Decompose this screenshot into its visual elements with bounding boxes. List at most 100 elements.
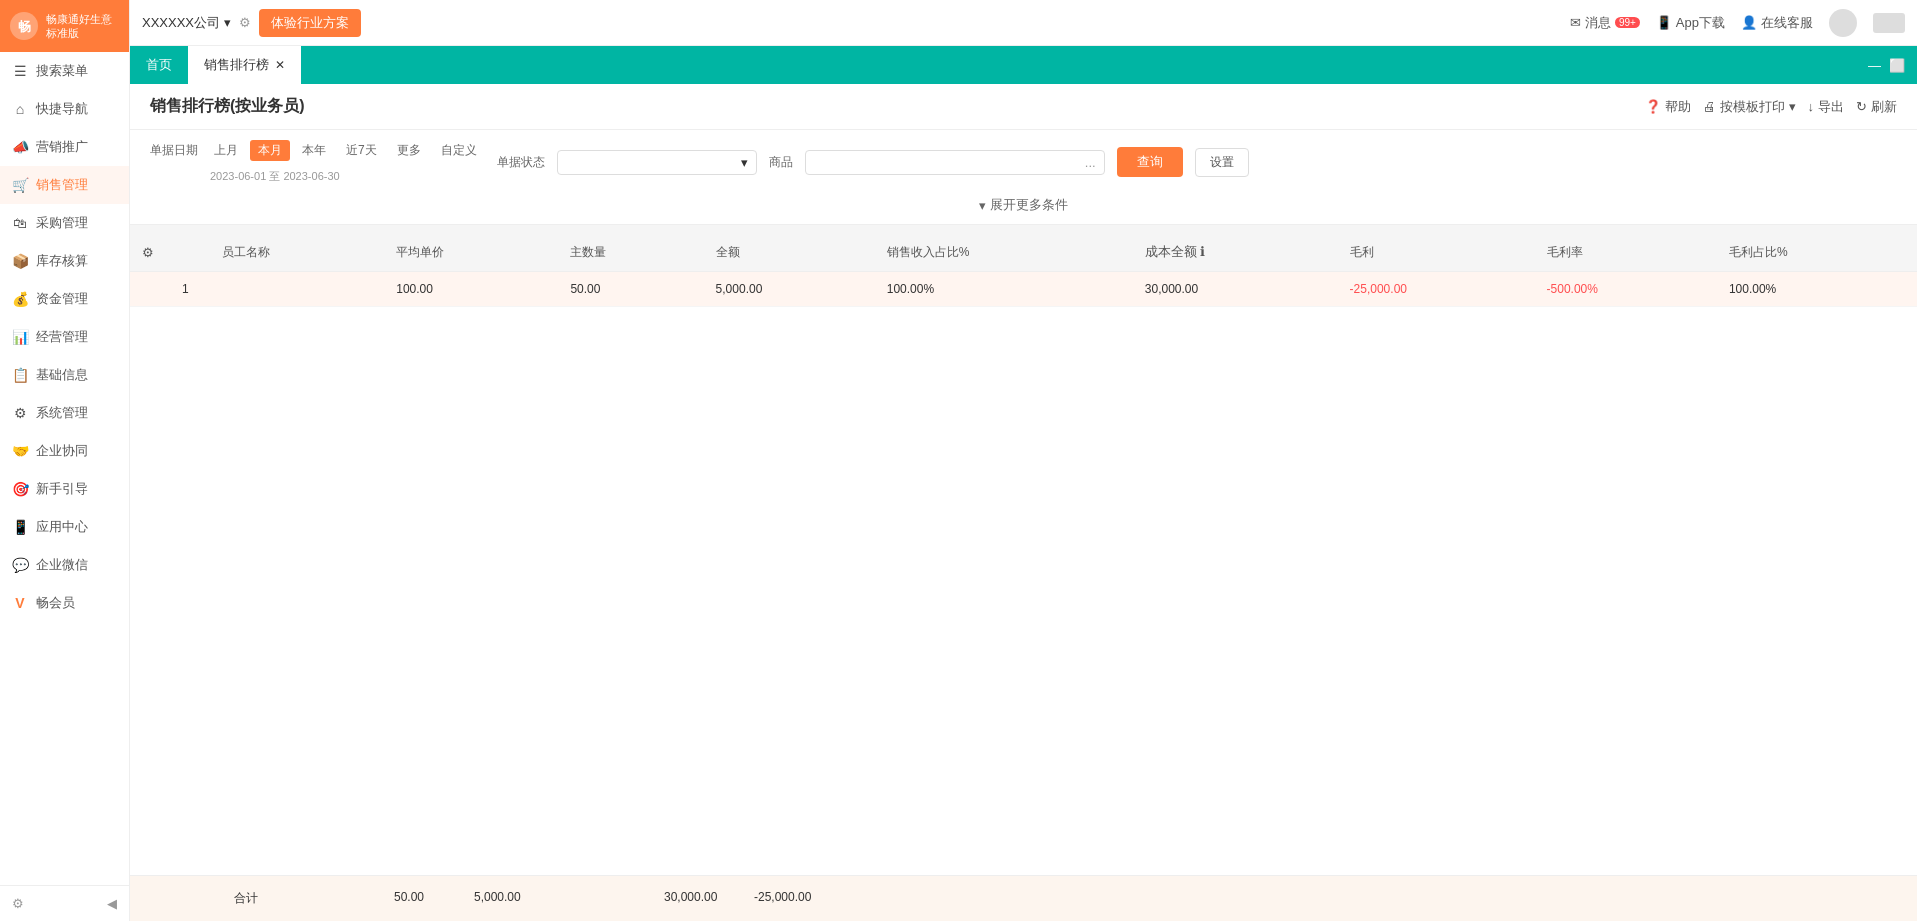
- settings-button[interactable]: 设置: [1195, 148, 1249, 177]
- status-filter-label: 单据状态: [497, 154, 545, 171]
- sidebar-settings-icon[interactable]: ⚙: [12, 896, 24, 911]
- sidebar-item-system[interactable]: ⚙ 系统管理: [0, 394, 129, 432]
- sidebar-item-sales[interactable]: 🛒 销售管理: [0, 166, 129, 204]
- sidebar-item-label: 企业微信: [36, 556, 88, 574]
- sidebar-item-label: 企业协同: [36, 442, 88, 460]
- help-btn[interactable]: ❓ 帮助: [1645, 98, 1691, 116]
- company-selector[interactable]: XXXXXX公司 ▾: [142, 14, 231, 32]
- page-actions: ❓ 帮助 🖨 按模板打印 ▾ ↓ 导出 ↻ 刷新: [1645, 98, 1898, 116]
- date-range-display: 2023-06-01 至 2023-06-30: [150, 169, 340, 184]
- sidebar-item-app-center[interactable]: 📱 应用中心: [0, 508, 129, 546]
- guide-icon: 🎯: [12, 481, 28, 497]
- table-row: 1 100.00 50.00 5,000.00 100.00% 30,000.0…: [130, 272, 1917, 307]
- status-select[interactable]: ▾: [557, 150, 757, 175]
- tab-sales-rank[interactable]: 销售排行榜 ✕: [188, 46, 301, 84]
- col-cost-label: 成本全额 ℹ: [1145, 244, 1206, 259]
- col-rank: [170, 233, 210, 272]
- enterprise-icon: 🤝: [12, 443, 28, 459]
- status-dropdown-icon: ▾: [741, 155, 748, 170]
- sidebar-item-inventory[interactable]: 📦 库存核算: [0, 242, 129, 280]
- row-name: [210, 272, 384, 307]
- message-btn[interactable]: ✉ 消息 99+: [1570, 14, 1640, 32]
- app-center-icon: 📱: [12, 519, 28, 535]
- sidebar-collapse-icon[interactable]: ◀: [107, 896, 117, 911]
- sidebar-item-capital[interactable]: 💰 资金管理: [0, 280, 129, 318]
- search-order-icon: ☰: [12, 63, 28, 79]
- print-btn[interactable]: 🖨 按模板打印 ▾: [1703, 98, 1796, 116]
- goods-input[interactable]: ...: [805, 150, 1105, 175]
- tab-home[interactable]: 首页: [130, 46, 188, 84]
- date-option-last-month[interactable]: 上月: [206, 140, 246, 161]
- row-gross-rate: -500.00%: [1535, 272, 1717, 307]
- date-option-7days[interactable]: 近7天: [338, 140, 385, 161]
- col-avg-price: 平均单价: [384, 233, 558, 272]
- date-option-this-month[interactable]: 本月: [250, 140, 290, 161]
- print-icon: 🖨: [1703, 99, 1716, 114]
- app-download-btn[interactable]: 📱 App下载: [1656, 14, 1725, 32]
- goods-input-more-icon: ...: [1085, 155, 1096, 170]
- row-amount: 5,000.00: [704, 272, 875, 307]
- marketing-icon: 📣: [12, 139, 28, 155]
- data-table: ⚙ 员工名称 平均单价 主数量 全额 销售收入占比% 成本全额 ℹ 毛利: [130, 233, 1917, 307]
- footer-label: 合计: [222, 886, 302, 911]
- sidebar-item-purchase[interactable]: 🛍 采购管理: [0, 204, 129, 242]
- sidebar-item-wechat[interactable]: 💬 企业微信: [0, 546, 129, 584]
- row-qty: 50.00: [558, 272, 703, 307]
- col-cost: 成本全额 ℹ: [1133, 233, 1338, 272]
- settings-icon[interactable]: ⚙: [239, 15, 251, 30]
- industry-btn[interactable]: 体验行业方案: [259, 9, 361, 37]
- sidebar-item-quick-nav[interactable]: ⌂ 快捷导航: [0, 90, 129, 128]
- tab-close-icon[interactable]: ✕: [275, 58, 285, 72]
- row-rank: 1: [170, 272, 210, 307]
- topbar: XXXXXX公司 ▾ ⚙ 体验行业方案 ✉ 消息 99+ 📱 App下载 👤 在…: [130, 0, 1917, 46]
- sidebar-item-search-order[interactable]: ☰ 搜索菜单: [0, 52, 129, 90]
- print-dropdown-icon: ▾: [1789, 99, 1796, 114]
- member-icon: V: [12, 595, 28, 611]
- tab-minimize-icon[interactable]: —: [1868, 58, 1881, 73]
- col-settings[interactable]: ⚙: [130, 233, 170, 272]
- sidebar-item-label: 采购管理: [36, 214, 88, 232]
- sidebar-item-operation[interactable]: 📊 经营管理: [0, 318, 129, 356]
- sidebar-item-label: 系统管理: [36, 404, 88, 422]
- goods-filter-label: 商品: [769, 154, 793, 171]
- operation-icon: 📊: [12, 329, 28, 345]
- main-area: XXXXXX公司 ▾ ⚙ 体验行业方案 ✉ 消息 99+ 📱 App下载 👤 在…: [130, 0, 1917, 921]
- sidebar-item-label: 应用中心: [36, 518, 88, 536]
- sales-icon: 🛒: [12, 177, 28, 193]
- refresh-btn[interactable]: ↻ 刷新: [1856, 98, 1897, 116]
- date-option-this-year[interactable]: 本年: [294, 140, 334, 161]
- purchase-icon: 🛍: [12, 215, 28, 231]
- refresh-label: 刷新: [1871, 98, 1897, 116]
- sidebar-item-label: 搜索菜单: [36, 62, 88, 80]
- date-filter-label: 单据日期: [150, 142, 198, 159]
- footer-sales-pct-cell: [552, 886, 652, 911]
- sidebar-item-label: 营销推广: [36, 138, 88, 156]
- date-options: 上月 本月 本年 近7天 更多 自定义: [206, 140, 485, 161]
- sidebar-item-member[interactable]: V 畅会员: [0, 584, 129, 622]
- expand-more-btn[interactable]: ▾ 展开更多条件: [150, 190, 1897, 214]
- date-option-custom[interactable]: 自定义: [433, 140, 485, 161]
- footer-cost: 30,000.00: [652, 886, 742, 911]
- sidebar-item-label: 基础信息: [36, 366, 88, 384]
- tab-maximize-icon[interactable]: ⬜: [1889, 58, 1905, 73]
- sidebar-item-guide[interactable]: 🎯 新手引导: [0, 470, 129, 508]
- row-sales-pct: 100.00%: [875, 272, 1133, 307]
- page-title-row: 销售排行榜(按业务员) ❓ 帮助 🖨 按模板打印 ▾ ↓ 导出: [150, 96, 1897, 117]
- svg-text:畅: 畅: [18, 19, 31, 34]
- sidebar-item-enterprise[interactable]: 🤝 企业协同: [0, 432, 129, 470]
- online-service-btn[interactable]: 👤 在线客服: [1741, 14, 1813, 32]
- sidebar-item-marketing[interactable]: 📣 营销推广: [0, 128, 129, 166]
- footer-rank-cell: [182, 886, 222, 911]
- app-download-icon: 📱: [1656, 15, 1672, 30]
- date-option-more[interactable]: 更多: [389, 140, 429, 161]
- footer-avg-price-cell: [302, 886, 382, 911]
- query-button[interactable]: 查询: [1117, 147, 1183, 177]
- refresh-icon: ↻: [1856, 99, 1867, 114]
- export-btn[interactable]: ↓ 导出: [1808, 98, 1845, 116]
- user-avatar[interactable]: [1829, 9, 1857, 37]
- app-download-label: App下载: [1676, 14, 1725, 32]
- print-label: 按模板打印: [1720, 98, 1785, 116]
- sidebar-item-label: 资金管理: [36, 290, 88, 308]
- col-qty: 主数量: [558, 233, 703, 272]
- sidebar-item-basic-info[interactable]: 📋 基础信息: [0, 356, 129, 394]
